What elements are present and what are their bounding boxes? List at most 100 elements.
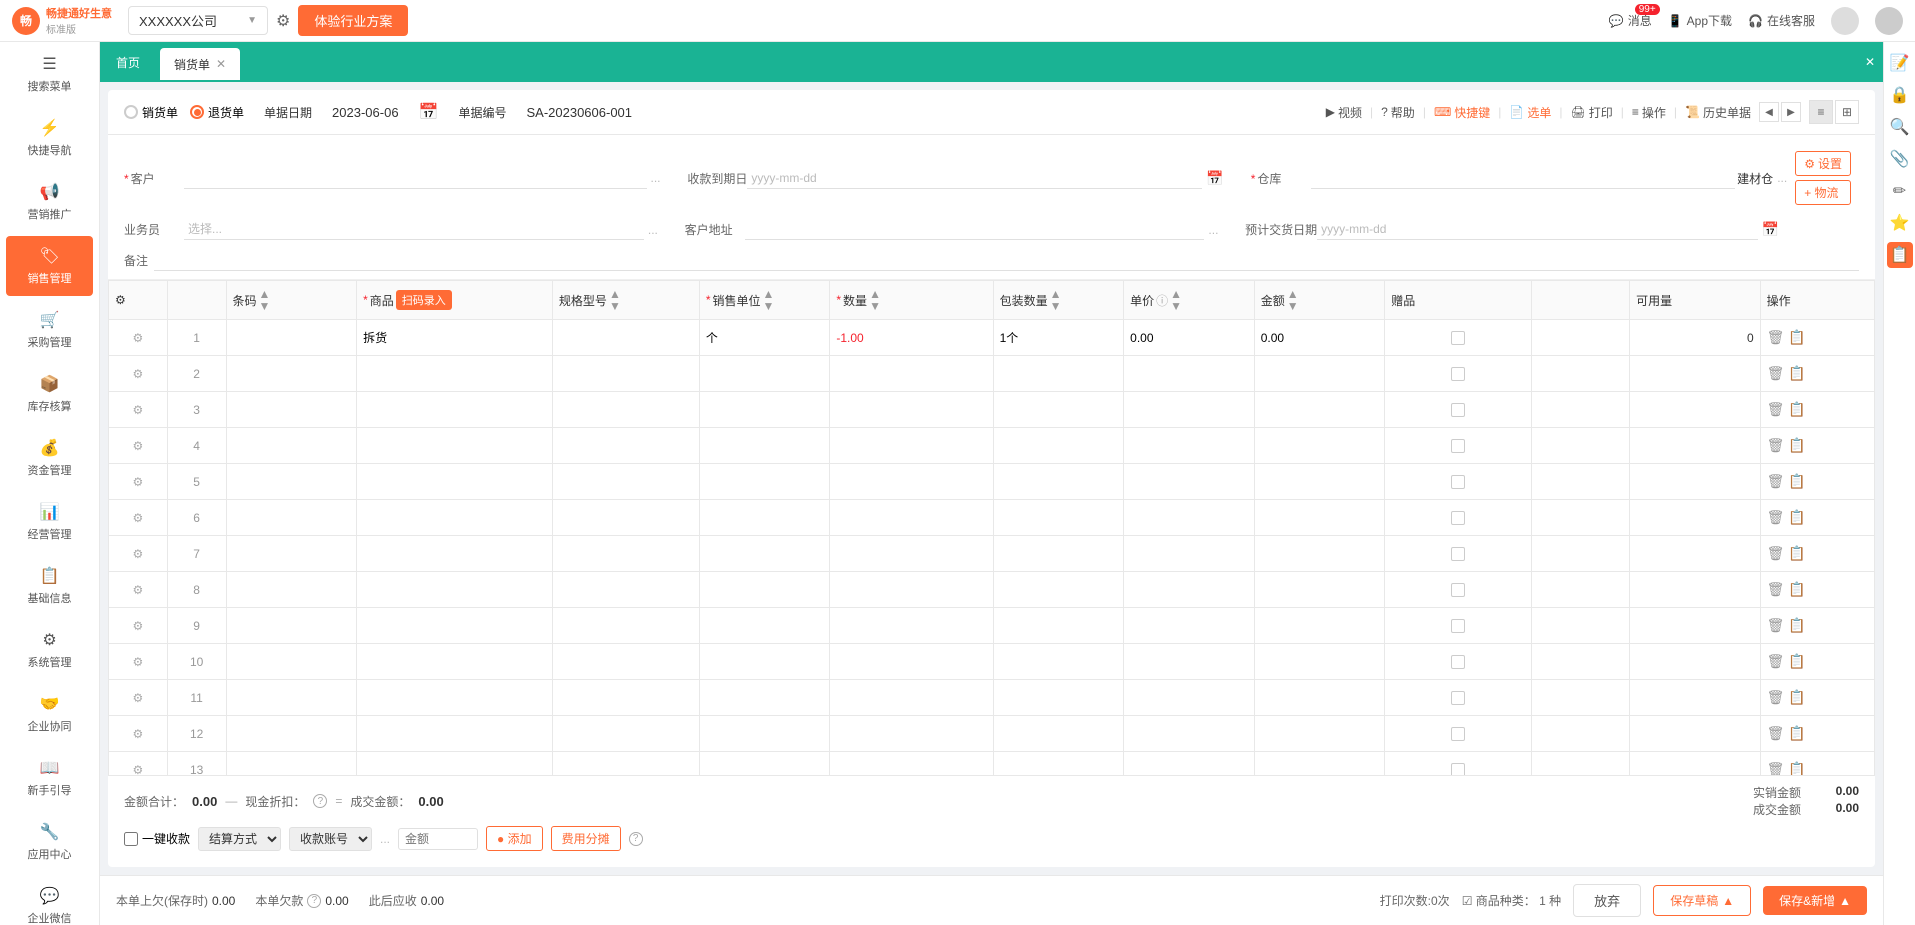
cell-spec[interactable] xyxy=(552,464,699,500)
cell-price[interactable] xyxy=(1124,572,1255,608)
cell-qty[interactable] xyxy=(830,464,993,500)
cell-gift[interactable] xyxy=(1385,320,1532,356)
cell-unit[interactable] xyxy=(699,464,830,500)
sidebar-item-wecom[interactable]: 💬 企业微信 xyxy=(6,876,93,925)
cell-qty[interactable] xyxy=(830,320,993,356)
cell-gift[interactable] xyxy=(1385,464,1532,500)
debt-info-icon[interactable]: ? xyxy=(307,894,321,908)
cell-amount[interactable] xyxy=(1254,644,1385,680)
message-button[interactable]: 💬 消息 99+ xyxy=(1609,12,1652,29)
cell-spec[interactable] xyxy=(552,752,699,776)
cell-unit[interactable] xyxy=(699,536,830,572)
warehouse-dots[interactable]: ... xyxy=(1777,171,1787,185)
copy-icon[interactable]: 📋 xyxy=(1788,473,1805,490)
due-date-input[interactable] xyxy=(747,168,1202,189)
radio-return[interactable]: 退货单 xyxy=(190,104,244,121)
cell-pkg[interactable] xyxy=(993,356,1124,392)
cell-gift[interactable] xyxy=(1385,572,1532,608)
copy-icon[interactable]: 📋 xyxy=(1788,365,1805,382)
cell-product[interactable] xyxy=(357,320,553,356)
scan-button[interactable]: 扫码录入 xyxy=(396,290,452,310)
cell-pkg[interactable] xyxy=(993,536,1124,572)
customer-dots[interactable]: ... xyxy=(651,171,661,185)
avatar-2[interactable] xyxy=(1875,7,1903,35)
cell-unit[interactable] xyxy=(699,500,830,536)
cell-amount[interactable] xyxy=(1254,752,1385,776)
cell-gift[interactable] xyxy=(1385,608,1532,644)
cell-price[interactable] xyxy=(1124,752,1255,776)
cell-qty[interactable] xyxy=(830,608,993,644)
cell-qty[interactable] xyxy=(830,536,993,572)
cell-price[interactable] xyxy=(1124,320,1255,356)
cell-pkg[interactable] xyxy=(993,464,1124,500)
warehouse-input[interactable] xyxy=(1311,168,1735,189)
cell-qty[interactable] xyxy=(830,356,993,392)
cell-price[interactable] xyxy=(1124,716,1255,752)
cell-amount[interactable] xyxy=(1254,680,1385,716)
sidebar-item-marketing[interactable]: 📢 营销推广 xyxy=(6,172,93,232)
one-click-checkbox[interactable] xyxy=(124,832,138,846)
sidebar-item-search[interactable]: ☰ 搜索菜单 xyxy=(6,44,93,104)
cell-spec[interactable] xyxy=(552,392,699,428)
view-grid-icon[interactable]: ⊞ xyxy=(1835,100,1859,124)
add-fee-button[interactable]: ● 添加 xyxy=(486,826,543,851)
cell-gift[interactable] xyxy=(1385,716,1532,752)
cell-spec[interactable] xyxy=(552,320,699,356)
select-action[interactable]: 📄 选单 xyxy=(1509,104,1551,121)
tab-close-icon[interactable]: ✕ xyxy=(216,57,226,71)
sidebar-item-finance[interactable]: 💰 资金管理 xyxy=(6,428,93,488)
close-all-icon[interactable]: ✕ xyxy=(1865,55,1875,69)
sidebar-item-sales[interactable]: 🏷 销售管理 xyxy=(6,236,93,296)
cell-pkg[interactable] xyxy=(993,644,1124,680)
cell-pkg[interactable] xyxy=(993,716,1124,752)
cell-price[interactable] xyxy=(1124,428,1255,464)
customer-addr-dots[interactable]: ... xyxy=(1208,223,1218,237)
settings-button[interactable]: ⚙ 设置 xyxy=(1795,151,1851,176)
cell-amount[interactable] xyxy=(1254,392,1385,428)
cell-price[interactable] xyxy=(1124,500,1255,536)
cell-barcode[interactable] xyxy=(226,680,357,716)
cell-qty[interactable] xyxy=(830,680,993,716)
cell-unit[interactable] xyxy=(699,644,830,680)
cell-spec[interactable] xyxy=(552,428,699,464)
copy-icon[interactable]: 📋 xyxy=(1788,689,1805,706)
copy-icon[interactable]: 📋 xyxy=(1788,401,1805,418)
cell-gift[interactable] xyxy=(1385,644,1532,680)
cell-qty[interactable] xyxy=(830,572,993,608)
history-action[interactable]: 📜 历史单据 xyxy=(1685,104,1751,121)
cell-spec[interactable] xyxy=(552,536,699,572)
delete-icon[interactable]: 🗑 xyxy=(1767,473,1785,490)
ops-action[interactable]: ≡ 操作 xyxy=(1632,104,1666,121)
cell-price[interactable] xyxy=(1124,680,1255,716)
delete-icon[interactable]: 🗑 xyxy=(1767,725,1785,742)
cell-price[interactable] xyxy=(1124,536,1255,572)
help-action[interactable]: ? 帮助 xyxy=(1381,104,1415,121)
sidebar-item-system[interactable]: ⚙ 系统管理 xyxy=(6,620,93,680)
discount-info-icon[interactable]: ? xyxy=(313,794,327,808)
cell-amount[interactable] xyxy=(1254,500,1385,536)
prev-arrow[interactable]: ◀ xyxy=(1759,102,1779,122)
cell-gift[interactable] xyxy=(1385,356,1532,392)
view-list-icon[interactable]: ≡ xyxy=(1809,100,1833,124)
delete-icon[interactable]: 🗑 xyxy=(1767,581,1785,598)
cell-pkg[interactable] xyxy=(993,608,1124,644)
sidebar-item-purchase[interactable]: 🛒 采购管理 xyxy=(6,300,93,360)
cell-unit[interactable] xyxy=(699,680,830,716)
copy-icon[interactable]: 📋 xyxy=(1788,329,1805,346)
delete-icon[interactable]: 🗑 xyxy=(1767,761,1785,775)
cell-unit[interactable] xyxy=(699,716,830,752)
sidebar-item-guide[interactable]: 📖 新手引导 xyxy=(6,748,93,808)
cell-spec[interactable] xyxy=(552,572,699,608)
cell-amount[interactable] xyxy=(1254,716,1385,752)
delete-icon[interactable]: 🗑 xyxy=(1767,509,1785,526)
cell-gift[interactable] xyxy=(1385,536,1532,572)
tab-sales-order[interactable]: 销货单 ✕ xyxy=(160,48,240,80)
sidebar-item-quicknav[interactable]: ⚡ 快捷导航 xyxy=(6,108,93,168)
rp-icon-6[interactable]: ⭐ xyxy=(1887,210,1913,236)
cell-product[interactable] xyxy=(357,716,553,752)
cell-amount[interactable] xyxy=(1254,608,1385,644)
save-new-button[interactable]: 保存&新增 ▲ xyxy=(1763,886,1867,915)
cell-qty[interactable] xyxy=(830,392,993,428)
cell-product[interactable] xyxy=(357,680,553,716)
rp-icon-2[interactable]: 🔒 xyxy=(1887,82,1913,108)
